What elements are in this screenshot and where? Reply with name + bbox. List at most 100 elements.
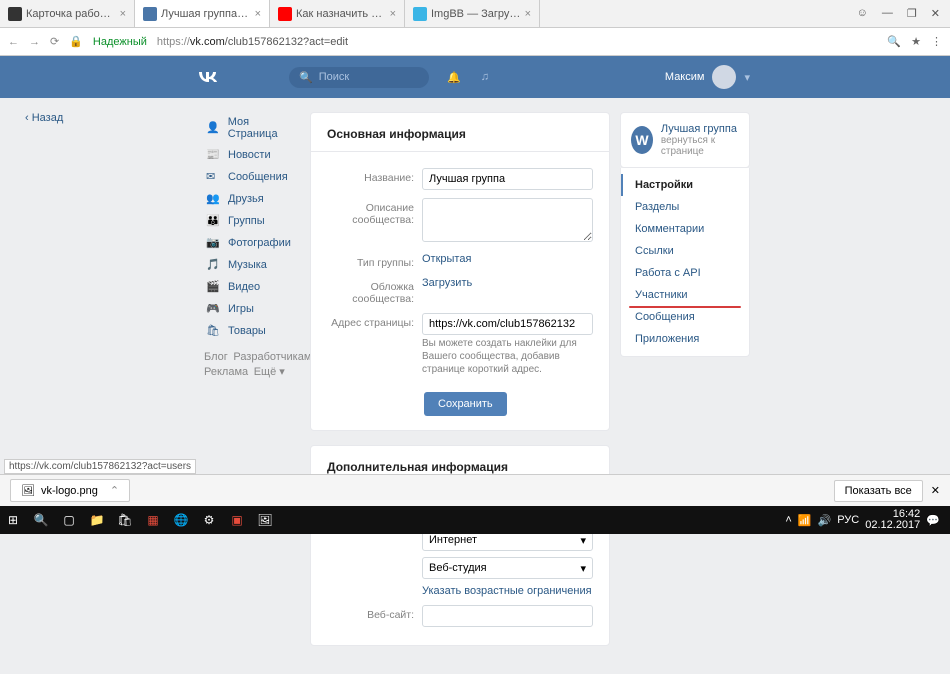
market-icon: 🛍 xyxy=(206,324,220,338)
tab-1[interactable]: Лучшая группа: Настро× xyxy=(135,0,270,27)
star-icon[interactable]: ★ xyxy=(911,35,921,48)
search-icon[interactable]: 🔍 xyxy=(32,511,50,529)
groups-icon: 👪 xyxy=(206,214,220,228)
desc-input[interactable] xyxy=(422,198,593,242)
nav-video[interactable]: 🎬Видео xyxy=(204,276,296,298)
lock-icon: 🔒 xyxy=(69,35,83,48)
messages-icon: ✉ xyxy=(206,170,220,184)
file-icon: 🖼 xyxy=(21,484,35,497)
search-icon[interactable]: 🔍 xyxy=(887,35,901,48)
user-menu[interactable]: Максим▾ xyxy=(665,65,750,89)
close-button[interactable]: ✕ xyxy=(931,7,940,20)
footer-more[interactable]: Ещё ▾ xyxy=(254,366,285,378)
status-bar: https://vk.com/club157862132?act=users xyxy=(4,459,196,474)
nav-my-page[interactable]: 👤Моя Страница xyxy=(204,112,296,144)
chrome-icon[interactable]: 🌐 xyxy=(172,511,190,529)
profile-icon: 👤 xyxy=(206,121,220,135)
maximize-button[interactable]: ❐ xyxy=(907,7,917,20)
menu-links[interactable]: Ссылки xyxy=(621,240,749,262)
addr-input[interactable] xyxy=(422,313,593,335)
menu-comments[interactable]: Комментарии xyxy=(621,218,749,240)
group-back-link[interactable]: вернуться к странице xyxy=(661,135,739,157)
nav-messages[interactable]: ✉Сообщения xyxy=(204,166,296,188)
back-button[interactable]: ← xyxy=(8,36,19,48)
group-header[interactable]: W Лучшая группавернуться к странице xyxy=(620,112,750,168)
tab-3[interactable]: ImgBB — Загрузить Фо× xyxy=(405,0,540,27)
user-icon[interactable]: ☺ xyxy=(857,7,868,20)
tray-lang[interactable]: РУС xyxy=(837,514,859,526)
nav-news[interactable]: 📰Новости xyxy=(204,144,296,166)
start-button[interactable]: ⊞ xyxy=(4,511,22,529)
address-bar: ← → ⟳ 🔒 Надежный https://vk.com/club1578… xyxy=(0,28,950,56)
notifications-icon[interactable]: 💬 xyxy=(926,514,940,527)
chevron-down-icon: ▾ xyxy=(580,562,586,575)
close-icon[interactable]: × xyxy=(255,8,261,20)
nav-games[interactable]: 🎮Игры xyxy=(204,298,296,320)
footer-blog[interactable]: Блог xyxy=(204,351,228,363)
news-icon: 📰 xyxy=(206,148,220,162)
site-input[interactable] xyxy=(422,605,593,627)
save-button[interactable]: Сохранить xyxy=(424,392,507,416)
main-info-card: Основная информация Название: Описание с… xyxy=(310,112,610,431)
nav-friends[interactable]: 👥Друзья xyxy=(204,188,296,210)
menu-settings[interactable]: Настройки xyxy=(621,174,749,196)
settings-menu: Настройки Разделы Комментарии Ссылки Раб… xyxy=(620,168,750,357)
age-restrictions-link[interactable]: Указать возрастные ограничения xyxy=(422,585,592,597)
tray-chevron-icon[interactable]: ˄ xyxy=(785,514,791,526)
name-label: Название: xyxy=(327,168,422,184)
minimize-button[interactable]: — xyxy=(882,7,893,20)
download-item[interactable]: 🖼vk-logo.png⌃ xyxy=(10,479,130,502)
tray-network-icon[interactable]: 📶 xyxy=(798,514,812,527)
photos-icon[interactable]: 🖼 xyxy=(256,511,274,529)
chevron-up-icon[interactable]: ⌃ xyxy=(110,484,119,497)
addr-hint: Вы можете создать наклейки для Вашего со… xyxy=(422,337,593,376)
url-field[interactable]: https://vk.com/club157862132?act=edit xyxy=(157,36,878,48)
tab-2[interactable]: Как назначить админис× xyxy=(270,0,405,27)
left-nav: 👤Моя Страница 📰Новости ✉Сообщения 👥Друзь… xyxy=(200,112,300,660)
footer-ads[interactable]: Реклама xyxy=(204,366,248,378)
explorer-icon[interactable]: 📁 xyxy=(88,511,106,529)
back-link[interactable]: ‹ Назад xyxy=(25,112,63,124)
search-icon: 🔍 xyxy=(299,71,313,84)
nav-market[interactable]: 🛍Товары xyxy=(204,320,296,342)
settings-icon[interactable]: ⚙ xyxy=(200,511,218,529)
nav-music[interactable]: 🎵Музыка xyxy=(204,254,296,276)
menu-icon[interactable]: ⋮ xyxy=(931,35,942,48)
music-icon[interactable]: ♫ xyxy=(481,71,489,84)
avatar xyxy=(712,65,736,89)
menu-members[interactable]: Участники xyxy=(621,284,749,306)
tab-0[interactable]: Карточка работы #208× xyxy=(0,0,135,27)
tray-volume-icon[interactable]: 🔊 xyxy=(818,514,832,527)
show-all-button[interactable]: Показать все xyxy=(834,480,923,502)
close-icon[interactable]: × xyxy=(390,8,396,20)
menu-api[interactable]: Работа с API xyxy=(621,262,749,284)
forward-button[interactable]: → xyxy=(29,36,40,48)
group-logo: W xyxy=(631,126,653,154)
theme-select-3[interactable]: Веб-студия▾ xyxy=(422,557,593,579)
menu-apps[interactable]: Приложения xyxy=(621,328,749,350)
name-input[interactable] xyxy=(422,168,593,190)
vk-header: 🔍Поиск 🔔 ♫ Максим▾ xyxy=(0,56,950,98)
type-value[interactable]: Открытая xyxy=(422,253,471,265)
close-icon[interactable]: × xyxy=(525,8,531,20)
store-icon[interactable]: 🛍 xyxy=(116,511,134,529)
close-icon[interactable]: × xyxy=(120,8,126,20)
search-input[interactable]: 🔍Поиск xyxy=(289,67,429,88)
menu-sections[interactable]: Разделы xyxy=(621,196,749,218)
nav-groups[interactable]: 👪Группы xyxy=(204,210,296,232)
cover-upload-link[interactable]: Загрузить xyxy=(422,277,472,289)
notifications-icon[interactable]: 🔔 xyxy=(447,71,461,84)
app-icon-2[interactable]: ▣ xyxy=(228,511,246,529)
footer-dev[interactable]: Разработчикам xyxy=(233,351,311,363)
nav-photos[interactable]: 📷Фотографии xyxy=(204,232,296,254)
close-downloads-button[interactable]: ✕ xyxy=(931,484,940,497)
app-icon[interactable]: ▦ xyxy=(144,511,162,529)
music-icon: 🎵 xyxy=(206,258,220,272)
menu-messages[interactable]: Сообщения xyxy=(621,306,749,328)
vk-logo[interactable] xyxy=(195,68,219,87)
reload-button[interactable]: ⟳ xyxy=(50,35,59,48)
site-label: Веб-сайт: xyxy=(327,605,422,621)
task-view-icon[interactable]: ▢ xyxy=(60,511,78,529)
friends-icon: 👥 xyxy=(206,192,220,206)
group-name[interactable]: Лучшая группа xyxy=(661,123,737,135)
